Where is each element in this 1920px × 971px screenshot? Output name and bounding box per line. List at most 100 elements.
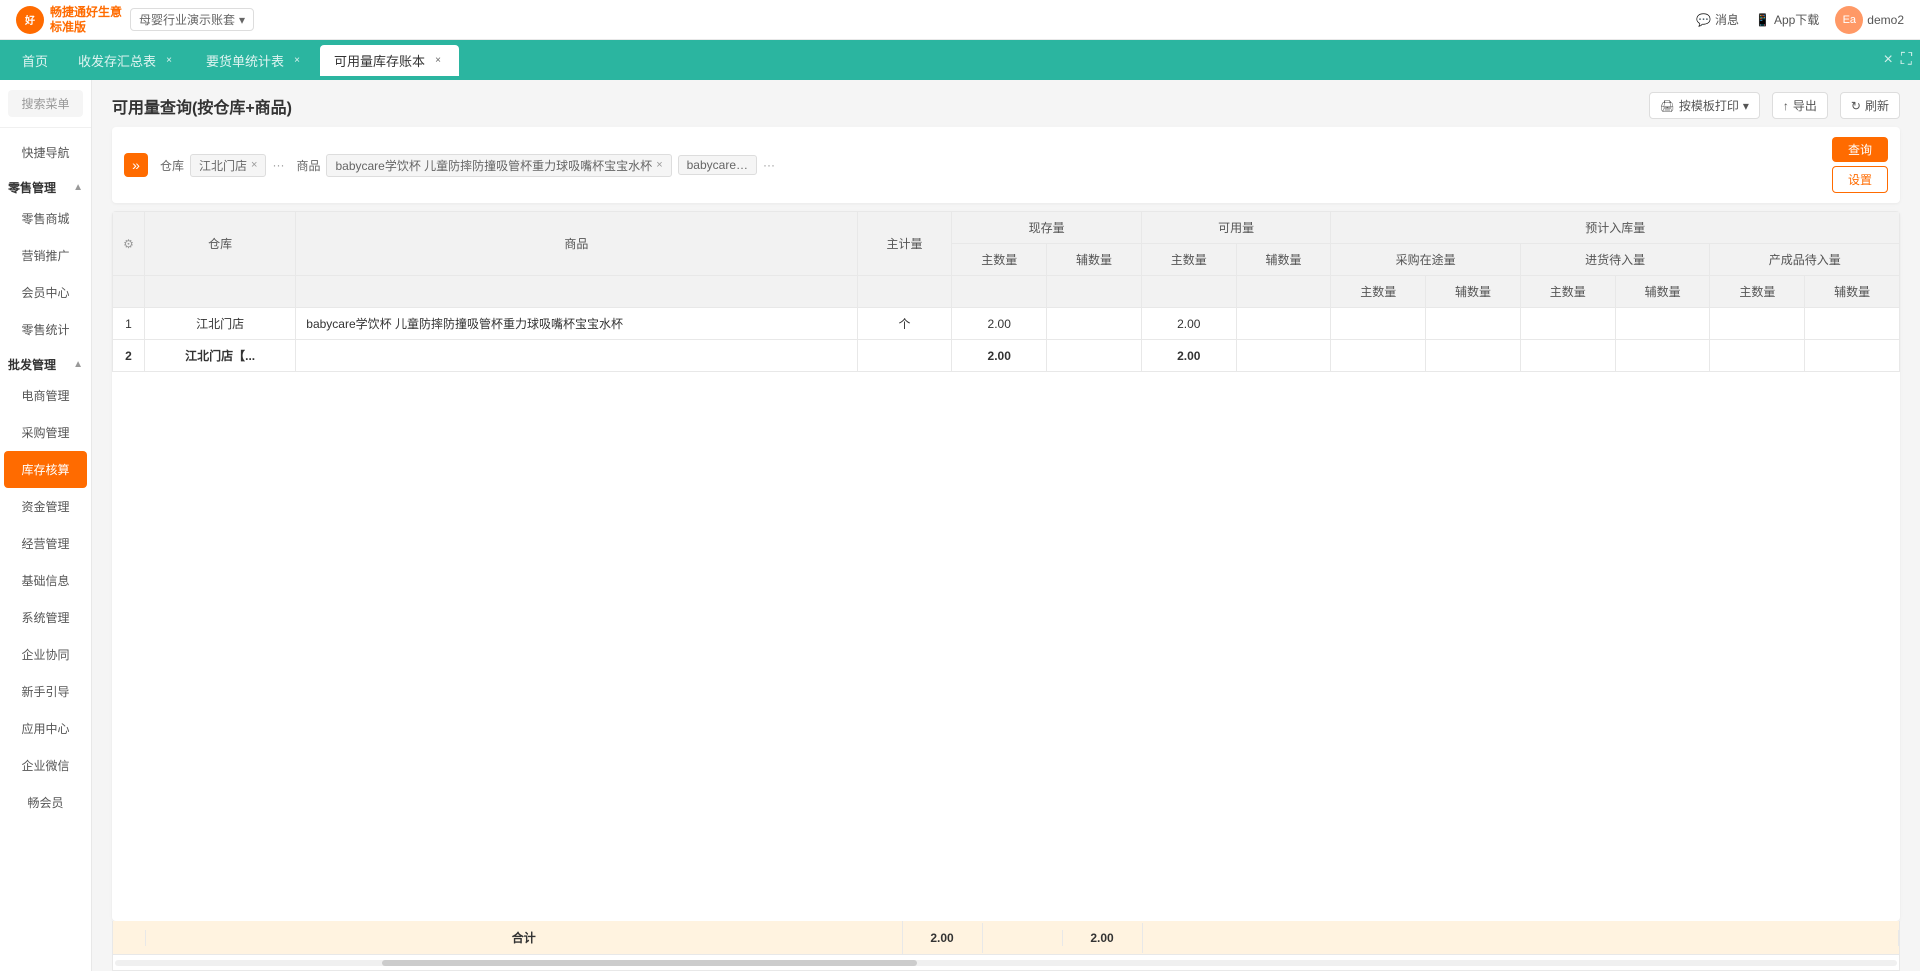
close-tab-demand[interactable]: × [290, 53, 304, 67]
th-avail-qty: 主数量 [1141, 244, 1236, 276]
th-goods: 商品 [296, 212, 857, 276]
message-icon: 💬 [1696, 13, 1711, 27]
print-dropdown-icon: ▾ [1743, 99, 1749, 113]
scroll-thumb [382, 960, 917, 966]
column-settings-icon[interactable]: ⚙ [123, 237, 134, 251]
chevron-down-icon: ▾ [239, 13, 245, 27]
logo-text: 畅捷通好生意 标准版 [50, 5, 122, 34]
remove-goods-tag-1[interactable]: × [656, 159, 662, 171]
sidebar-item-finance[interactable]: 资金管理 [0, 488, 91, 525]
goods-more[interactable]: ··· [763, 158, 775, 172]
th-p-transit-aux: 辅数量 [1426, 276, 1521, 308]
th-available-span: 可用量 [1141, 212, 1331, 244]
close-all-tabs-button[interactable]: × [1883, 51, 1892, 69]
tab-home[interactable]: 首页 [8, 45, 62, 76]
sidebar-group-wholesale[interactable]: 批发管理 ▲ [0, 348, 91, 377]
th-stock-qty: 主数量 [952, 244, 1047, 276]
th-p-transit-qty: 主数量 [1331, 276, 1426, 308]
sidebar-item-app-center[interactable]: 应用中心 [0, 710, 91, 747]
logo-area: 好 畅捷通好生意 标准版 [16, 5, 122, 34]
sidebar-item-wechat[interactable]: 企业微信 [0, 747, 91, 784]
fullscreen-button[interactable]: ⛶ [1901, 51, 1912, 69]
th-unit: 主计量 [857, 212, 952, 276]
avatar: Ea [1835, 6, 1863, 34]
footer-stock-total: 2.00 [903, 923, 983, 953]
print-button[interactable]: 🖨 按模板打印 ▾ [1649, 92, 1760, 119]
th-stock-span: 现存量 [952, 212, 1142, 244]
retail-arrow-icon: ▲ [73, 182, 83, 193]
sidebar-item-purchase[interactable]: 采购管理 [0, 414, 91, 451]
th-purchase-pending: 进货待入量 [1520, 244, 1710, 276]
download-button[interactable]: 📱 App下载 [1755, 11, 1819, 28]
industry-selector[interactable]: 母婴行业演示账套 ▾ [130, 8, 254, 31]
search-menu-button[interactable]: 搜索菜单 [8, 90, 83, 117]
remove-warehouse-tag[interactable]: × [251, 159, 257, 171]
filter-actions: 查询 设置 [1832, 137, 1888, 193]
table-row: 1 江北门店 babycare学饮杯 儿童防摔防撞吸管杯重力球吸嘴杯宝宝水杯 个… [113, 308, 1900, 340]
page-header: 可用量查询(按仓库+商品) 🖨 按模板打印 ▾ ↑ 导出 ↻ 刷新 [92, 80, 1920, 127]
main-layout: 搜索菜单 快捷导航 零售管理 ▲ 零售商城 营销推广 会员中心 零售统计 批发管… [0, 80, 1920, 971]
user-profile[interactable]: Ea demo2 [1835, 6, 1904, 34]
sidebar: 搜索菜单 快捷导航 零售管理 ▲ 零售商城 营销推广 会员中心 零售统计 批发管… [0, 80, 92, 971]
top-bar-right: 💬 消息 📱 App下载 Ea demo2 [1696, 6, 1904, 34]
scroll-bar[interactable] [112, 955, 1900, 971]
goods-tag-2[interactable]: babycare… [678, 155, 757, 175]
sidebar-item-retail-stats[interactable]: 零售统计 [0, 311, 91, 348]
sidebar-item-members[interactable]: 会员中心 [0, 274, 91, 311]
sidebar-item-member-vip[interactable]: 畅会员 [0, 784, 91, 821]
sidebar-item-operations[interactable]: 经营管理 [0, 525, 91, 562]
download-icon: 📱 [1755, 13, 1770, 27]
print-icon: 🖨 [1660, 99, 1675, 113]
tab-available[interactable]: 可用量库存账本 × [320, 45, 459, 76]
tab-demand[interactable]: 要货单统计表 × [192, 45, 318, 76]
th-prod-pending-qty: 主数量 [1710, 276, 1805, 308]
settings-button[interactable]: 设置 [1832, 166, 1888, 193]
filter-expand-button[interactable]: » [124, 153, 148, 177]
sidebar-nav: 快捷导航 零售管理 ▲ 零售商城 营销推广 会员中心 零售统计 批发管理 ▲ 电… [0, 128, 91, 827]
data-table: ⚙ 仓库 商品 主计量 现存量 可用量 预计入库量 主数量 辅数量 主数量 辅数… [112, 211, 1900, 372]
sidebar-item-basic-info[interactable]: 基础信息 [0, 562, 91, 599]
page-actions: 🖨 按模板打印 ▾ ↑ 导出 ↻ 刷新 [1649, 92, 1900, 119]
top-bar: 好 畅捷通好生意 标准版 母婴行业演示账套 ▾ 💬 消息 📱 App下载 Ea … [0, 0, 1920, 40]
filter-goods: 商品 babycare学饮杯 儿童防摔防撞吸管杯重力球吸嘴杯宝宝水杯 × bab… [296, 154, 775, 177]
sidebar-item-retail-mall[interactable]: 零售商城 [0, 200, 91, 237]
scroll-track [115, 960, 1897, 966]
th-purchase-transit: 采购在途量 [1331, 244, 1521, 276]
sidebar-group-retail[interactable]: 零售管理 ▲ [0, 171, 91, 200]
warehouse-more[interactable]: ··· [272, 158, 284, 172]
th-stock-aux: 辅数量 [1047, 244, 1142, 276]
table-container: ⚙ 仓库 商品 主计量 现存量 可用量 预计入库量 主数量 辅数量 主数量 辅数… [112, 211, 1900, 921]
sidebar-item-inventory[interactable]: 库存核算 [4, 451, 87, 488]
th-p-pending-aux: 辅数量 [1615, 276, 1710, 308]
sidebar-item-quick-nav[interactable]: 快捷导航 [0, 134, 91, 171]
table-header-row-3: 主数量 辅数量 主数量 辅数量 主数量 辅数量 [113, 276, 1900, 308]
tab-receipts[interactable]: 收发存汇总表 × [64, 45, 190, 76]
sidebar-item-system[interactable]: 系统管理 [0, 599, 91, 636]
filter-bar: » 仓库 江北门店 × ··· 商品 babycare学饮杯 儿童防摔防撞吸管杯… [112, 127, 1900, 203]
warehouse-tag[interactable]: 江北门店 × [190, 154, 266, 177]
sidebar-item-guide[interactable]: 新手引导 [0, 673, 91, 710]
tab-bar-actions: × ⛶ [1883, 51, 1912, 69]
page-title: 可用量查询(按仓库+商品) [112, 94, 292, 118]
close-tab-receipts[interactable]: × [162, 53, 176, 67]
sidebar-search-area: 搜索菜单 [0, 80, 91, 128]
message-button[interactable]: 💬 消息 [1696, 11, 1739, 28]
table-row: 2 江北门店【... 2.00 2.00 [113, 340, 1900, 372]
th-product-pending: 产成品待入量 [1710, 244, 1900, 276]
th-prod-pending-aux: 辅数量 [1805, 276, 1900, 308]
th-forecast-span: 预计入库量 [1331, 212, 1900, 244]
sidebar-item-marketing[interactable]: 营销推广 [0, 237, 91, 274]
table-header-row-1: ⚙ 仓库 商品 主计量 现存量 可用量 预计入库量 [113, 212, 1900, 244]
export-button[interactable]: ↑ 导出 [1772, 92, 1828, 119]
top-bar-left: 好 畅捷通好生意 标准版 母婴行业演示账套 ▾ [16, 5, 254, 34]
refresh-icon: ↻ [1851, 99, 1861, 113]
query-button[interactable]: 查询 [1832, 137, 1888, 162]
th-p-pending-qty: 主数量 [1520, 276, 1615, 308]
sidebar-item-ecommerce[interactable]: 电商管理 [0, 377, 91, 414]
goods-tag-1[interactable]: babycare学饮杯 儿童防摔防撞吸管杯重力球吸嘴杯宝宝水杯 × [326, 154, 671, 177]
close-tab-available[interactable]: × [431, 53, 445, 67]
th-settings: ⚙ [113, 212, 145, 276]
content-area: 可用量查询(按仓库+商品) 🖨 按模板打印 ▾ ↑ 导出 ↻ 刷新 » [92, 80, 1920, 971]
sidebar-item-enterprise[interactable]: 企业协同 [0, 636, 91, 673]
refresh-button[interactable]: ↻ 刷新 [1840, 92, 1900, 119]
